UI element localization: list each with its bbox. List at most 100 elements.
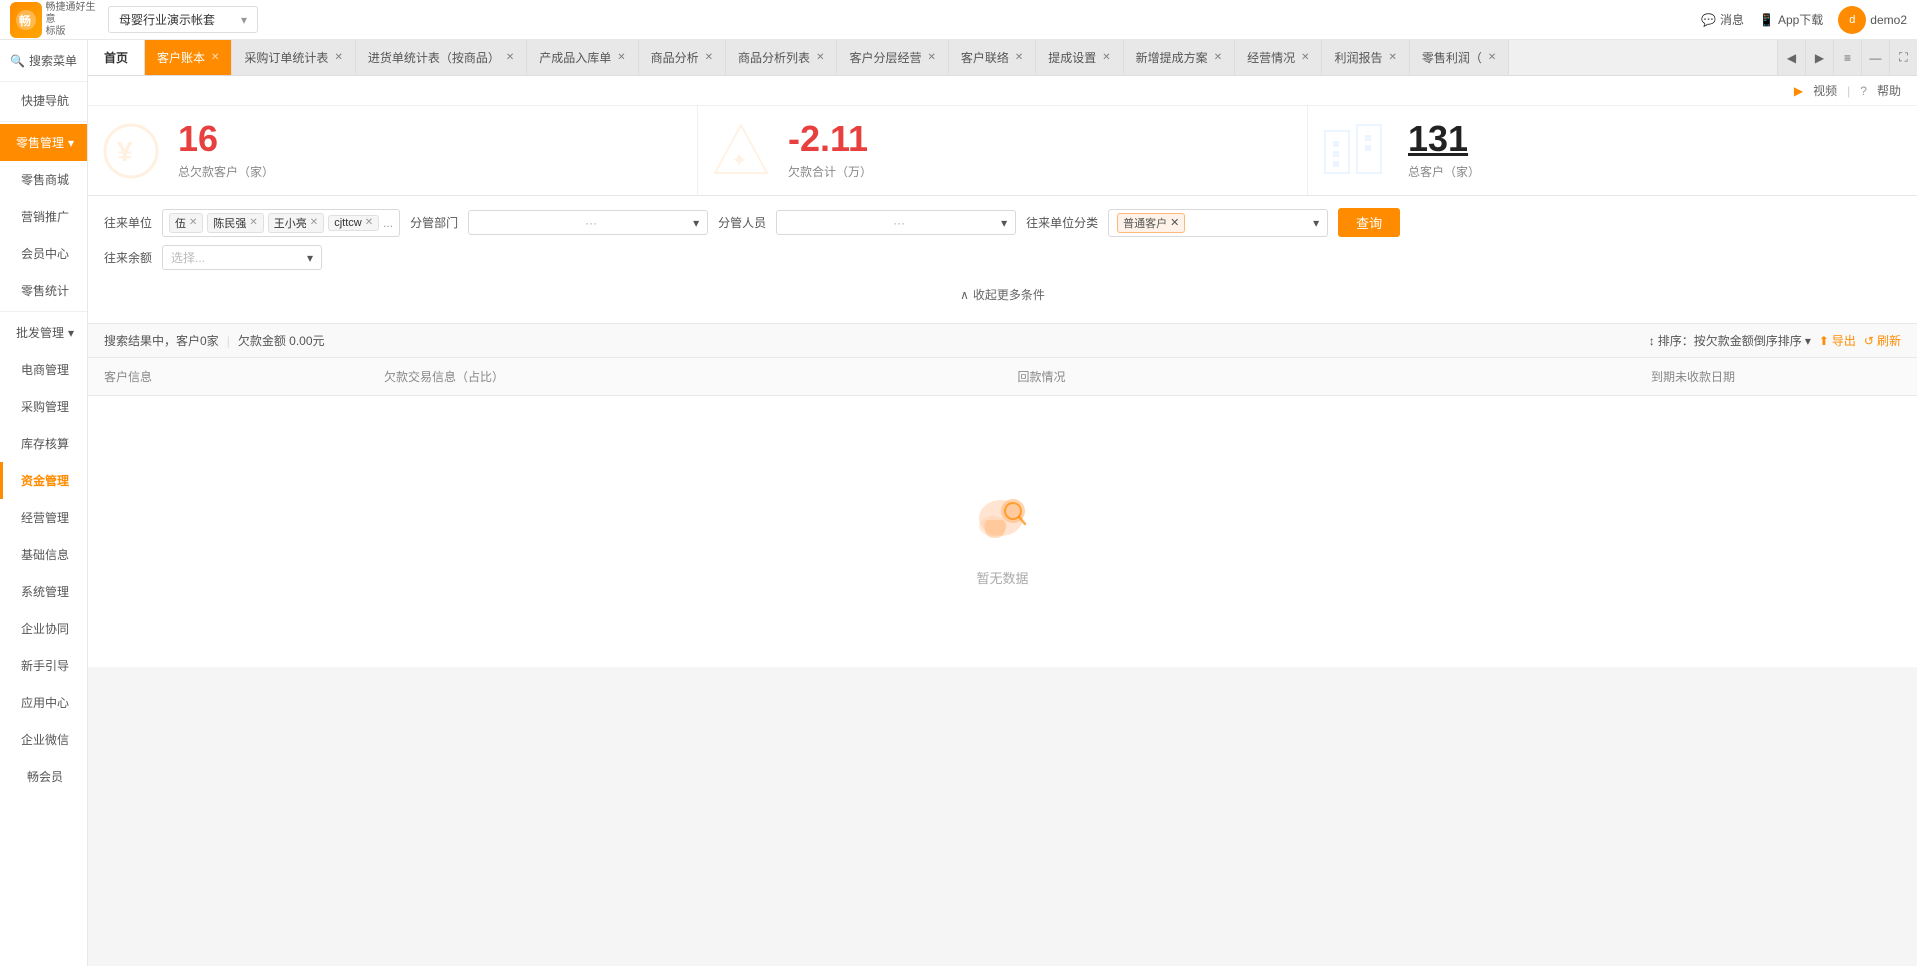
search-menu-button[interactable]: 🔍 搜索菜单	[8, 48, 79, 73]
tag-wang-xiaoliang: 王小亮 ✕	[268, 213, 324, 233]
refresh-button[interactable]: ↺ 刷新	[1864, 332, 1901, 349]
collapse-button[interactable]: ∧ 收起更多条件	[950, 282, 1055, 307]
user-menu[interactable]: d demo2	[1838, 6, 1907, 34]
tab-label: 利润报告	[1334, 49, 1382, 66]
system-select[interactable]: 母婴行业演示帐套 ▾	[108, 6, 258, 33]
video-link[interactable]: 视频	[1813, 82, 1837, 99]
tag-cjttcw: cjttcw ✕	[328, 215, 379, 231]
message-button[interactable]: 💬 消息	[1701, 11, 1744, 28]
trade-unit-tags[interactable]: 伍 ✕ 陈民强 ✕ 王小亮 ✕	[162, 209, 400, 237]
app-download-button[interactable]: 📱 App下载	[1759, 11, 1823, 28]
th-repay-status: 回款情况	[1018, 368, 1652, 385]
stat-debt-label: 欠款合计（万）	[788, 163, 872, 180]
logo-icon: 畅	[10, 2, 42, 38]
close-icon[interactable]: ✕	[211, 52, 219, 63]
sidebar-item-newbie[interactable]: 新手引导	[0, 647, 87, 684]
sidebar-item-vip-member[interactable]: 畅会员	[0, 758, 87, 795]
sort-select[interactable]: ↕ 排序：按欠款金额倒序排序 ▾	[1649, 332, 1811, 349]
sidebar-item-basic-info[interactable]: 基础信息	[0, 536, 87, 573]
sidebar-item-batch-mgmt[interactable]: 批发管理 ▾	[0, 314, 87, 351]
sidebar-item-enterprise-wechat[interactable]: 企业微信	[0, 721, 87, 758]
remain-select[interactable]: 选择... ▾	[162, 245, 322, 270]
sidebar-item-system[interactable]: 系统管理	[0, 573, 87, 610]
tag-close-wang[interactable]: ✕	[310, 217, 318, 228]
tag-close-unit-type[interactable]: ✕	[1170, 216, 1179, 229]
top-bar: 畅 畅捷通好生意 标版 母婴行业演示帐套 ▾ 💬 消息 📱 App下载 d	[0, 0, 1917, 40]
close-icon[interactable]: ✕	[705, 52, 713, 63]
more-tags-button[interactable]: ...	[383, 216, 393, 230]
tag-close-cjttcw[interactable]: ✕	[365, 217, 373, 228]
close-icon[interactable]: ✕	[1102, 52, 1110, 63]
tab-label: 商品分析列表	[738, 49, 810, 66]
help-link[interactable]: 帮助	[1877, 82, 1901, 99]
help-icon: ?	[1860, 84, 1867, 98]
close-icon[interactable]: ✕	[1389, 52, 1397, 63]
tag-close-chen[interactable]: ✕	[249, 217, 257, 228]
chevron-down-icon: ▾	[241, 13, 247, 27]
tab-minimize-button[interactable]: —	[1861, 40, 1889, 76]
close-icon[interactable]: ✕	[1301, 52, 1309, 63]
sidebar-item-inventory[interactable]: 库存核算	[0, 425, 87, 462]
sidebar-item-app-center[interactable]: 应用中心	[0, 684, 87, 721]
tab-new-raise-plan[interactable]: 新增提成方案 ✕	[1124, 40, 1235, 75]
search-icon: 🔍	[10, 54, 25, 68]
tab-label: 采购订单统计表	[244, 49, 328, 66]
th-due-date: 到期未收款日期	[1651, 368, 1901, 385]
tab-customer-segment[interactable]: 客户分层经营 ✕	[837, 40, 948, 75]
tab-customer-contact[interactable]: 客户联络 ✕	[949, 40, 1036, 75]
tab-raise-settings[interactable]: 提成设置 ✕	[1036, 40, 1123, 75]
sidebar-item-retail-stats[interactable]: 零售统计	[0, 272, 87, 309]
sidebar-item-capital[interactable]: 资金管理	[0, 462, 87, 499]
tab-bar: 首页 客户账本 ✕ 采购订单统计表 ✕ 进货单统计表（按商品） ✕ 产成品入库单…	[88, 40, 1917, 76]
stat-debtors-value: 16	[178, 121, 274, 157]
tab-maximize-button[interactable]: ⛶	[1889, 40, 1917, 76]
tab-retail-profit[interactable]: 零售利润（ ✕	[1410, 40, 1509, 75]
sidebar-item-label: 新手引导	[21, 657, 69, 674]
tab-profit-report[interactable]: 利润报告 ✕	[1322, 40, 1409, 75]
tab-operation-status[interactable]: 经营情况 ✕	[1235, 40, 1322, 75]
staff-select[interactable]: ··· ▾	[776, 210, 1016, 235]
sidebar-item-ecommerce[interactable]: 电商管理	[0, 351, 87, 388]
tab-nav-buttons: ◀ ▶ ≡ — ⛶	[1777, 40, 1917, 76]
tab-goods-analysis[interactable]: 商品分析 ✕	[639, 40, 726, 75]
sidebar-item-member-center[interactable]: 会员中心	[0, 235, 87, 272]
tab-prev-button[interactable]: ◀	[1777, 40, 1805, 76]
sidebar-item-label: 电商管理	[21, 361, 69, 378]
sort-label: 排序：按欠款金额倒序排序	[1658, 332, 1802, 349]
export-button[interactable]: ⬆ 导出	[1819, 332, 1856, 349]
tab-goods-in-stats[interactable]: 进货单统计表（按商品） ✕	[356, 40, 527, 75]
chevron-down-icon: ▾	[693, 216, 699, 230]
unit-type-select[interactable]: 普通客户 ✕ ▾	[1108, 209, 1328, 237]
close-icon[interactable]: ✕	[506, 52, 514, 63]
unit-type-label: 往来单位分类	[1026, 214, 1098, 231]
dept-select[interactable]: ··· ▾	[468, 210, 708, 235]
close-icon[interactable]: ✕	[1488, 52, 1496, 63]
tab-goods-analysis-list[interactable]: 商品分析列表 ✕	[726, 40, 837, 75]
close-icon[interactable]: ✕	[927, 52, 935, 63]
close-icon[interactable]: ✕	[1214, 52, 1222, 63]
sidebar-item-label: 批发管理	[16, 324, 64, 341]
sidebar-item-operation[interactable]: 经营管理	[0, 499, 87, 536]
sidebar-item-retail-mgmt[interactable]: 零售管理 ▾	[0, 124, 87, 161]
tab-next-button[interactable]: ▶	[1805, 40, 1833, 76]
close-icon[interactable]: ✕	[816, 52, 824, 63]
close-icon[interactable]: ✕	[617, 52, 625, 63]
sidebar-item-retail-mall[interactable]: 零售商城	[0, 161, 87, 198]
sidebar-item-marketing[interactable]: 营销推广	[0, 198, 87, 235]
tab-home[interactable]: 首页	[88, 40, 145, 75]
query-button[interactable]: 查询	[1338, 208, 1400, 237]
dept-value	[477, 214, 489, 231]
sidebar-item-enterprise[interactable]: 企业协同	[0, 610, 87, 647]
tab-more-button[interactable]: ≡	[1833, 40, 1861, 76]
sidebar-item-purchase[interactable]: 采购管理	[0, 388, 87, 425]
tag-close-wu[interactable]: ✕	[189, 217, 197, 228]
sidebar-item-label: 库存核算	[21, 435, 69, 452]
unit-type-tag: 普通客户 ✕	[1117, 213, 1185, 233]
chevron-icon: ▾	[68, 326, 74, 340]
tab-production-in[interactable]: 产成品入库单 ✕	[527, 40, 638, 75]
sidebar-item-quick-nav[interactable]: 快捷导航	[0, 82, 87, 119]
tab-purchase-order-stats[interactable]: 采购订单统计表 ✕	[232, 40, 355, 75]
close-icon[interactable]: ✕	[334, 52, 342, 63]
close-icon[interactable]: ✕	[1015, 52, 1023, 63]
tab-customer-ledger[interactable]: 客户账本 ✕	[145, 40, 232, 75]
